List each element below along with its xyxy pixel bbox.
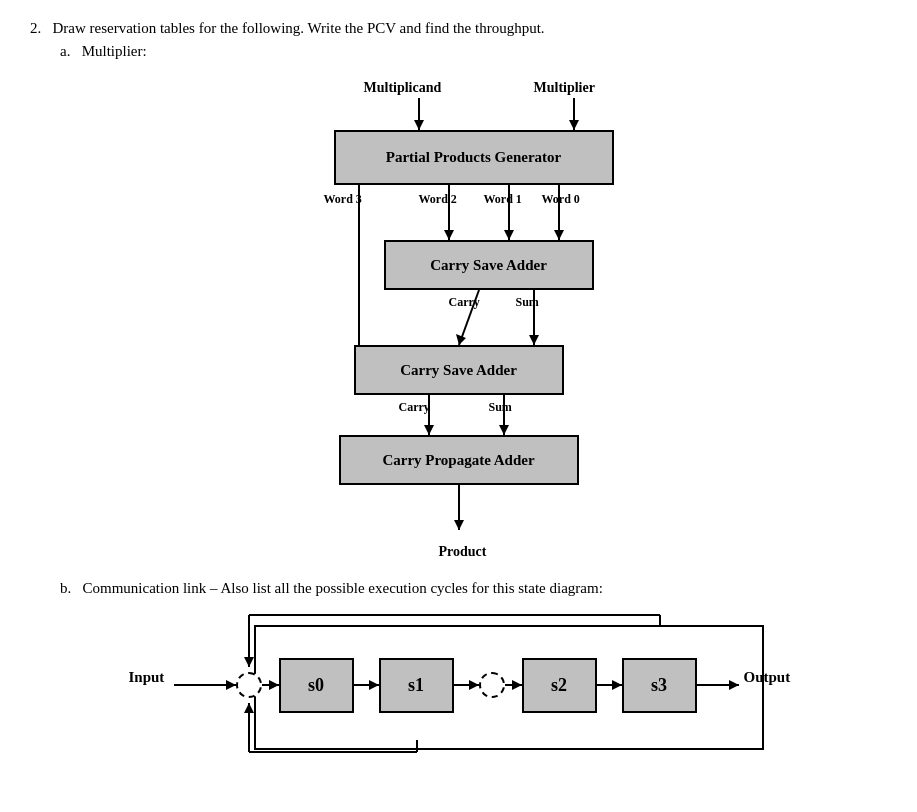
csa2-box: Carry Save Adder bbox=[354, 345, 564, 395]
junction-circle-1 bbox=[236, 672, 262, 698]
svg-marker-7 bbox=[444, 230, 454, 240]
cpa-box: Carry Propagate Adder bbox=[339, 435, 579, 485]
sub-b-label: b. Communication link – Also list all th… bbox=[60, 580, 887, 597]
sum2-label: Sum bbox=[489, 400, 512, 415]
carry2-label: Carry bbox=[399, 400, 430, 415]
question-number-text: 2. Draw reservation tables for the follo… bbox=[30, 20, 887, 37]
svg-marker-43 bbox=[244, 657, 254, 667]
input-label: Input bbox=[129, 669, 165, 686]
state-s2: s2 bbox=[522, 658, 597, 713]
sub-a-label: a. Multiplier: bbox=[60, 43, 887, 60]
carry1-label: Carry bbox=[449, 295, 480, 310]
question-2: 2. Draw reservation tables for the follo… bbox=[30, 20, 887, 767]
svg-marker-1 bbox=[414, 120, 424, 130]
svg-marker-21 bbox=[454, 520, 464, 530]
state-s3: s3 bbox=[622, 658, 697, 713]
state-s0: s0 bbox=[279, 658, 354, 713]
svg-marker-39 bbox=[244, 703, 254, 713]
state-s1: s1 bbox=[379, 658, 454, 713]
word2-label: Word 2 bbox=[419, 192, 457, 207]
svg-marker-19 bbox=[499, 425, 509, 435]
svg-marker-3 bbox=[569, 120, 579, 130]
diagram-a-inner: Multiplicand Multiplier Partial Products… bbox=[264, 70, 684, 560]
diagram-b-inner: Input Output s0 s1 s2 bbox=[124, 607, 824, 767]
word3-label: Word 3 bbox=[324, 192, 362, 207]
product-label: Product bbox=[439, 544, 487, 560]
word0-label: Word 0 bbox=[542, 192, 580, 207]
sub-part-a: a. Multiplier: bbox=[60, 43, 887, 560]
sum1-label: Sum bbox=[516, 295, 539, 310]
svg-marker-23 bbox=[226, 680, 236, 690]
junction-circle-2 bbox=[479, 672, 505, 698]
word1-label: Word 1 bbox=[484, 192, 522, 207]
diagram-b-container: Input Output s0 s1 s2 bbox=[60, 607, 887, 767]
svg-marker-17 bbox=[424, 425, 434, 435]
output-label: Output bbox=[744, 669, 791, 686]
sub-part-b: b. Communication link – Also list all th… bbox=[60, 580, 887, 767]
q-text: Draw reservation tables for the followin… bbox=[53, 20, 545, 36]
multiplier-label: Multiplier bbox=[534, 80, 595, 96]
svg-marker-13 bbox=[456, 334, 466, 345]
ppg-box: Partial Products Generator bbox=[334, 130, 614, 185]
svg-marker-11 bbox=[554, 230, 564, 240]
q-number: 2. bbox=[30, 20, 41, 36]
svg-marker-9 bbox=[504, 230, 514, 240]
svg-marker-15 bbox=[529, 335, 539, 345]
diagram-a-container: Multiplicand Multiplier Partial Products… bbox=[60, 70, 887, 560]
csa1-box: Carry Save Adder bbox=[384, 240, 594, 290]
multiplicand-label: Multiplicand bbox=[364, 80, 442, 96]
